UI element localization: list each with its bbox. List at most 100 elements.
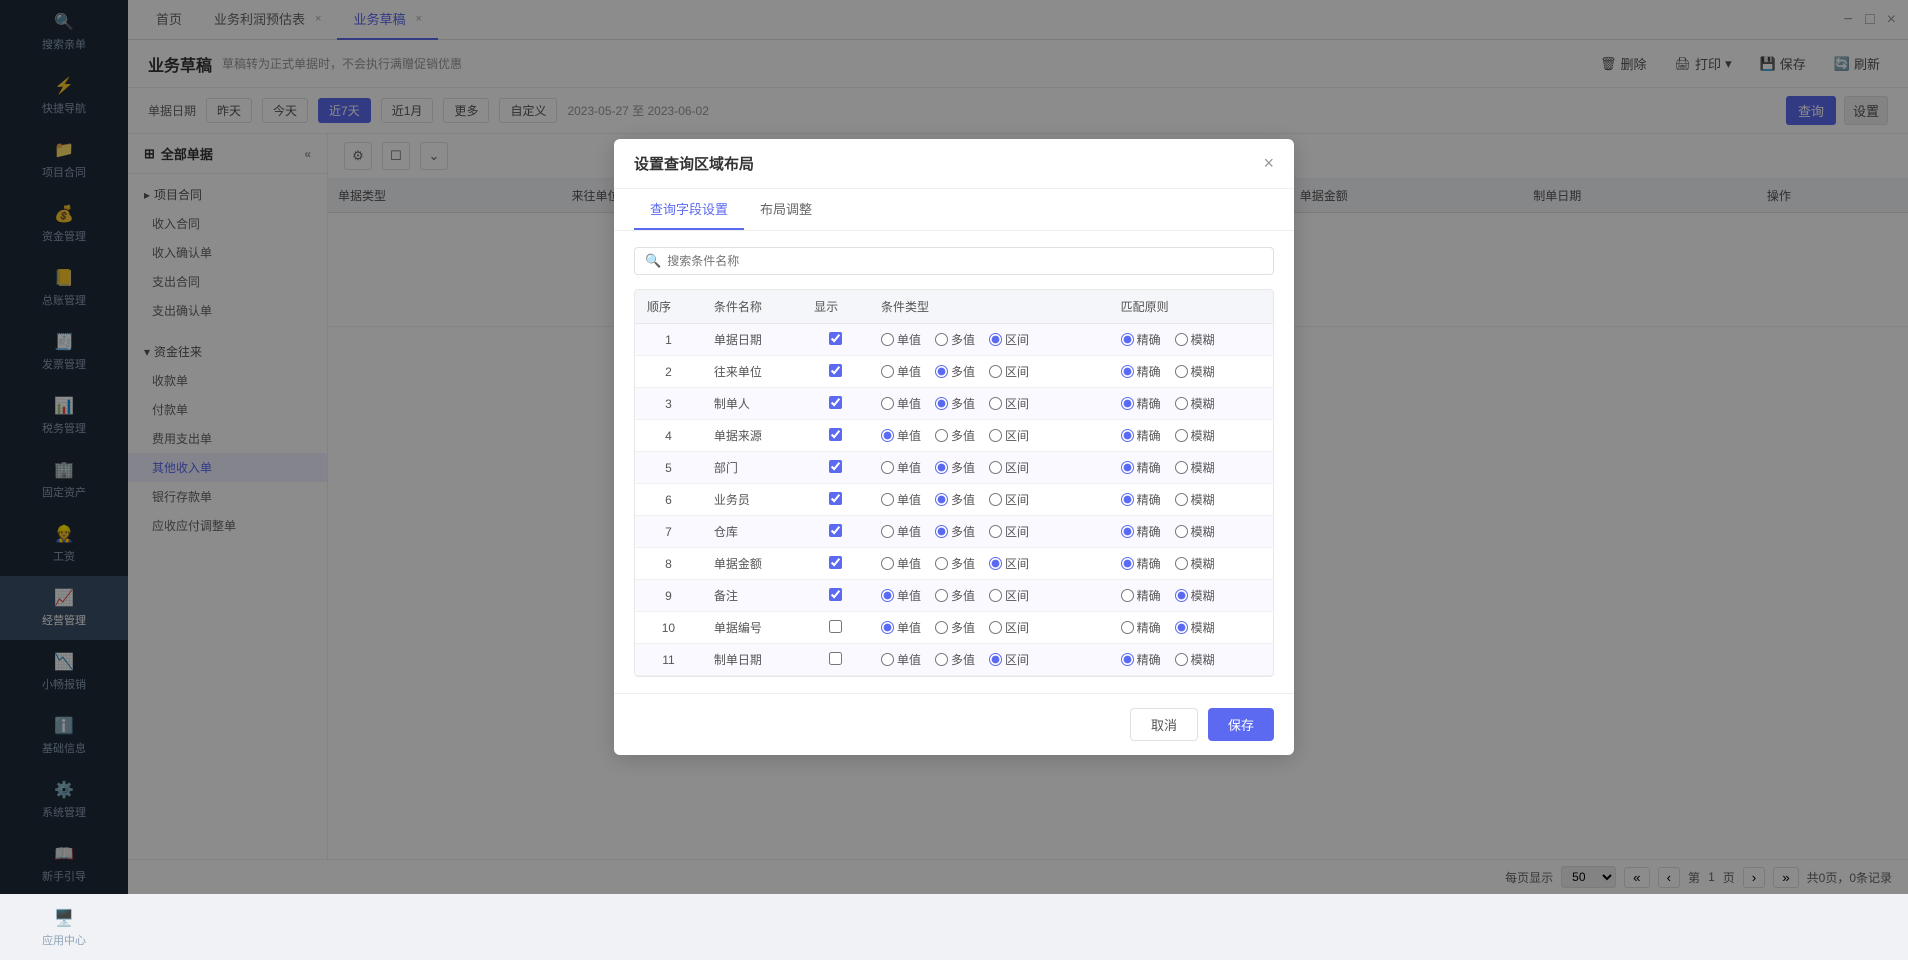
match-radio-精确[interactable]: 精确 bbox=[1121, 651, 1161, 668]
type-radio-区间[interactable]: 区间 bbox=[989, 427, 1029, 444]
row-show[interactable] bbox=[802, 420, 869, 452]
match-radio-精确[interactable]: 精确 bbox=[1121, 363, 1161, 380]
row-name: 单据来源 bbox=[702, 420, 802, 452]
modal-save-button[interactable]: 保存 bbox=[1208, 708, 1274, 741]
type-radio-多值[interactable]: 多值 bbox=[935, 523, 975, 540]
type-radio-多值[interactable]: 多值 bbox=[935, 619, 975, 636]
modal-tab-layout[interactable]: 布局调整 bbox=[744, 189, 828, 230]
type-radio-区间[interactable]: 区间 bbox=[989, 523, 1029, 540]
type-radio-单值[interactable]: 单值 bbox=[881, 395, 921, 412]
type-radio-单值[interactable]: 单值 bbox=[881, 651, 921, 668]
show-checkbox[interactable] bbox=[829, 396, 842, 409]
row-match: 精确模糊 bbox=[1109, 452, 1273, 484]
type-radio-多值[interactable]: 多值 bbox=[935, 331, 975, 348]
match-radio-模糊[interactable]: 模糊 bbox=[1175, 555, 1215, 572]
match-radio-精确[interactable]: 精确 bbox=[1121, 619, 1161, 636]
modal-table-row: 4单据来源 单值多值区间 精确模糊 bbox=[635, 420, 1273, 452]
show-checkbox[interactable] bbox=[829, 428, 842, 441]
type-radio-多值[interactable]: 多值 bbox=[935, 395, 975, 412]
row-show[interactable] bbox=[802, 356, 869, 388]
match-radio-模糊[interactable]: 模糊 bbox=[1175, 587, 1215, 604]
show-checkbox[interactable] bbox=[829, 620, 842, 633]
type-radio-单值[interactable]: 单值 bbox=[881, 619, 921, 636]
row-show[interactable] bbox=[802, 612, 869, 644]
match-radio-精确[interactable]: 精确 bbox=[1121, 555, 1161, 572]
row-show[interactable] bbox=[802, 452, 869, 484]
row-show[interactable] bbox=[802, 516, 869, 548]
match-radio-精确[interactable]: 精确 bbox=[1121, 427, 1161, 444]
row-match: 精确模糊 bbox=[1109, 580, 1273, 612]
sidebar-item-apps[interactable]: 🖥️ 应用中心 bbox=[0, 896, 128, 960]
type-radio-单值[interactable]: 单值 bbox=[881, 587, 921, 604]
row-order: 4 bbox=[635, 420, 702, 452]
modal-th-order: 顺序 bbox=[635, 290, 702, 324]
match-radio-精确[interactable]: 精确 bbox=[1121, 523, 1161, 540]
type-radio-区间[interactable]: 区间 bbox=[989, 491, 1029, 508]
match-radio-模糊[interactable]: 模糊 bbox=[1175, 491, 1215, 508]
row-order: 1 bbox=[635, 324, 702, 356]
match-radio-模糊[interactable]: 模糊 bbox=[1175, 523, 1215, 540]
type-radio-区间[interactable]: 区间 bbox=[989, 395, 1029, 412]
modal-th-name: 条件名称 bbox=[702, 290, 802, 324]
show-checkbox[interactable] bbox=[829, 556, 842, 569]
type-radio-单值[interactable]: 单值 bbox=[881, 331, 921, 348]
type-radio-单值[interactable]: 单值 bbox=[881, 523, 921, 540]
show-checkbox[interactable] bbox=[829, 524, 842, 537]
match-radio-模糊[interactable]: 模糊 bbox=[1175, 619, 1215, 636]
modal-close-button[interactable]: × bbox=[1263, 153, 1274, 174]
row-show[interactable] bbox=[802, 484, 869, 516]
type-radio-单值[interactable]: 单值 bbox=[881, 555, 921, 572]
show-checkbox[interactable] bbox=[829, 492, 842, 505]
type-radio-多值[interactable]: 多值 bbox=[935, 459, 975, 476]
row-match: 精确模糊 bbox=[1109, 516, 1273, 548]
match-radio-模糊[interactable]: 模糊 bbox=[1175, 427, 1215, 444]
match-radio-精确[interactable]: 精确 bbox=[1121, 491, 1161, 508]
show-checkbox[interactable] bbox=[829, 364, 842, 377]
match-radio-模糊[interactable]: 模糊 bbox=[1175, 331, 1215, 348]
match-radio-模糊[interactable]: 模糊 bbox=[1175, 651, 1215, 668]
row-show[interactable] bbox=[802, 644, 869, 676]
type-radio-区间[interactable]: 区间 bbox=[989, 331, 1029, 348]
row-name: 部门 bbox=[702, 452, 802, 484]
show-checkbox[interactable] bbox=[829, 460, 842, 473]
show-checkbox[interactable] bbox=[829, 652, 842, 665]
row-show[interactable] bbox=[802, 580, 869, 612]
type-radio-单值[interactable]: 单值 bbox=[881, 491, 921, 508]
row-type: 单值多值区间 bbox=[869, 580, 1109, 612]
show-checkbox[interactable] bbox=[829, 332, 842, 345]
row-show[interactable] bbox=[802, 548, 869, 580]
type-radio-多值[interactable]: 多值 bbox=[935, 651, 975, 668]
type-radio-多值[interactable]: 多值 bbox=[935, 491, 975, 508]
type-radio-单值[interactable]: 单值 bbox=[881, 427, 921, 444]
modal-search-input[interactable] bbox=[667, 254, 1263, 268]
type-radio-多值[interactable]: 多值 bbox=[935, 555, 975, 572]
cancel-button[interactable]: 取消 bbox=[1130, 708, 1198, 741]
modal-tab-fields[interactable]: 查询字段设置 bbox=[634, 189, 744, 230]
type-radio-多值[interactable]: 多值 bbox=[935, 363, 975, 380]
row-show[interactable] bbox=[802, 324, 869, 356]
match-radio-精确[interactable]: 精确 bbox=[1121, 395, 1161, 412]
row-order: 11 bbox=[635, 644, 702, 676]
modal-search: 🔍 bbox=[634, 247, 1274, 275]
type-radio-区间[interactable]: 区间 bbox=[989, 619, 1029, 636]
type-radio-区间[interactable]: 区间 bbox=[989, 587, 1029, 604]
type-radio-区间[interactable]: 区间 bbox=[989, 459, 1029, 476]
match-radio-精确[interactable]: 精确 bbox=[1121, 459, 1161, 476]
show-checkbox[interactable] bbox=[829, 588, 842, 601]
row-name: 业务员 bbox=[702, 484, 802, 516]
row-name: 单据金额 bbox=[702, 548, 802, 580]
modal-table: 顺序 条件名称 显示 条件类型 匹配原则 1单据日期单值多值区间精确模糊2往来单… bbox=[635, 290, 1273, 676]
type-radio-单值[interactable]: 单值 bbox=[881, 459, 921, 476]
type-radio-区间[interactable]: 区间 bbox=[989, 363, 1029, 380]
match-radio-精确[interactable]: 精确 bbox=[1121, 587, 1161, 604]
match-radio-模糊[interactable]: 模糊 bbox=[1175, 363, 1215, 380]
match-radio-模糊[interactable]: 模糊 bbox=[1175, 395, 1215, 412]
type-radio-区间[interactable]: 区间 bbox=[989, 651, 1029, 668]
type-radio-区间[interactable]: 区间 bbox=[989, 555, 1029, 572]
row-show[interactable] bbox=[802, 388, 869, 420]
type-radio-多值[interactable]: 多值 bbox=[935, 587, 975, 604]
match-radio-精确[interactable]: 精确 bbox=[1121, 331, 1161, 348]
type-radio-单值[interactable]: 单值 bbox=[881, 363, 921, 380]
type-radio-多值[interactable]: 多值 bbox=[935, 427, 975, 444]
match-radio-模糊[interactable]: 模糊 bbox=[1175, 459, 1215, 476]
